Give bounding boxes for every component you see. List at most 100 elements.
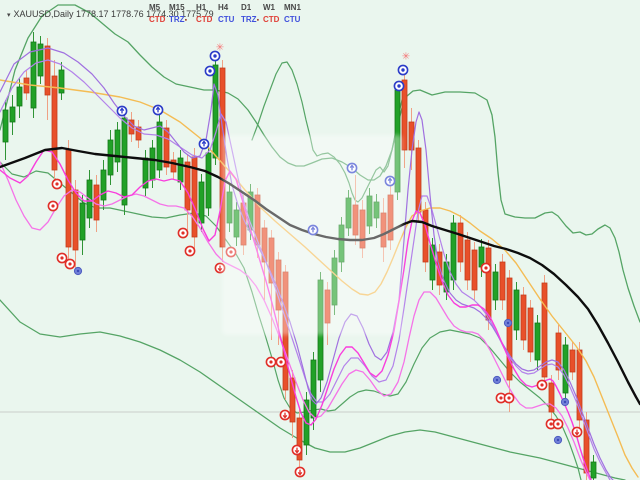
candle-bullish — [156, 112, 163, 178]
target-sell-icon — [552, 418, 564, 430]
target-sell-icon — [265, 356, 277, 368]
pivot-dot-center — [76, 269, 80, 273]
candle-body — [366, 195, 373, 227]
trading-chart-window: ✳ ✳ ▾ XAUUSD,Daily 1778.17 1778.76 1774.30… — [0, 0, 640, 480]
candle-body — [457, 222, 464, 263]
pivot-dot-center — [495, 378, 499, 382]
target-dot — [269, 360, 273, 364]
candle-body — [527, 307, 534, 353]
target-sell-icon — [536, 379, 548, 391]
target-dot — [556, 422, 560, 426]
chart-canvas[interactable]: ✳✳ — [0, 0, 640, 480]
target-buy-icon — [397, 64, 409, 76]
target-buy-icon — [393, 80, 405, 92]
candle-body — [310, 359, 317, 419]
signal-text: TRZ — [169, 15, 185, 24]
candle-body — [380, 212, 387, 248]
target-dot — [60, 256, 64, 260]
candle-body — [205, 152, 212, 209]
pivot-dot-center — [506, 321, 510, 325]
candle-body — [233, 209, 240, 238]
candle-body — [121, 117, 128, 206]
candle-body — [100, 169, 107, 201]
pivot-dot-center — [563, 400, 567, 404]
candle-body — [149, 147, 156, 181]
sell-arrow-icon — [279, 409, 291, 421]
candle-body — [226, 191, 233, 224]
pivot-dot-icon — [553, 435, 563, 445]
target-sell-icon — [64, 258, 76, 270]
timeframe-label: M15 — [169, 3, 185, 12]
target-dot — [279, 360, 283, 364]
pivot-dot-icon — [492, 375, 502, 385]
candle-body — [401, 79, 408, 151]
pivot-dot-icon — [73, 266, 83, 276]
candle-body — [387, 194, 394, 241]
candle-body — [345, 197, 352, 229]
collapse-arrow-icon[interactable]: ▾ — [7, 12, 11, 19]
timeframe-column-M15: M15 TRZ▪ — [169, 3, 195, 26]
candle-body — [359, 209, 366, 249]
candle-body — [282, 271, 289, 391]
candle-body — [373, 201, 380, 219]
buy-arrow-icon — [116, 105, 128, 117]
candle-bullish — [331, 250, 338, 315]
candle-body — [331, 257, 338, 306]
target-dot — [229, 250, 233, 254]
target-dot — [549, 422, 553, 426]
buy-arrow-icon — [198, 138, 210, 150]
signal-mark-icon: ▪ — [256, 17, 260, 24]
candle-body — [107, 139, 114, 176]
target-dot — [213, 54, 217, 58]
candle-bearish — [282, 265, 289, 400]
signal-text: CTD — [263, 15, 280, 24]
candle-body — [156, 121, 163, 171]
sell-arrow-icon — [291, 444, 303, 456]
candle-bearish — [422, 202, 429, 272]
candle-bullish — [394, 82, 401, 200]
timeframe-column-MN1: MN1 CTU — [284, 3, 310, 25]
signal-text: CTD — [196, 15, 213, 24]
candle-body — [16, 86, 23, 107]
target-dot — [68, 262, 72, 266]
candle-body — [177, 157, 184, 183]
candle-body — [492, 271, 499, 301]
candle-body — [464, 239, 471, 281]
candle-body — [324, 289, 331, 324]
target-dot — [401, 68, 405, 72]
pivot-dot-icon — [560, 397, 570, 407]
candle-bearish — [541, 275, 548, 388]
candle-bearish — [51, 60, 58, 185]
candle-body — [548, 382, 555, 413]
candle-body — [79, 202, 86, 241]
target-dot — [499, 396, 503, 400]
candle-body — [212, 64, 219, 159]
candle-body — [338, 224, 345, 263]
candle-body — [198, 181, 205, 224]
candle-body — [499, 261, 506, 301]
candle-body — [184, 161, 191, 211]
candle-body — [513, 289, 520, 331]
candle-bearish — [163, 120, 170, 175]
pivot-dot-icon — [503, 318, 513, 328]
candle-body — [2, 109, 9, 143]
candle-bearish — [191, 148, 198, 252]
target-dot — [484, 266, 488, 270]
candle-body — [534, 322, 541, 361]
candle-body — [317, 279, 324, 381]
candle-body — [58, 69, 65, 94]
exit-star-icon: ✳ — [216, 43, 224, 54]
target-dot — [181, 231, 185, 235]
target-dot — [507, 396, 511, 400]
signal-mark-icon: ▪ — [184, 17, 188, 24]
target-dot — [540, 383, 544, 387]
buy-arrow-icon — [307, 224, 319, 236]
candle-bullish — [317, 272, 324, 392]
sell-arrow-icon — [571, 426, 583, 438]
target-sell-icon — [184, 245, 196, 257]
candle-bullish — [30, 32, 37, 118]
target-sell-icon — [177, 227, 189, 239]
signal-text: CTU — [284, 15, 301, 24]
candle-body — [520, 294, 527, 341]
signal-label: CTU — [284, 15, 310, 25]
